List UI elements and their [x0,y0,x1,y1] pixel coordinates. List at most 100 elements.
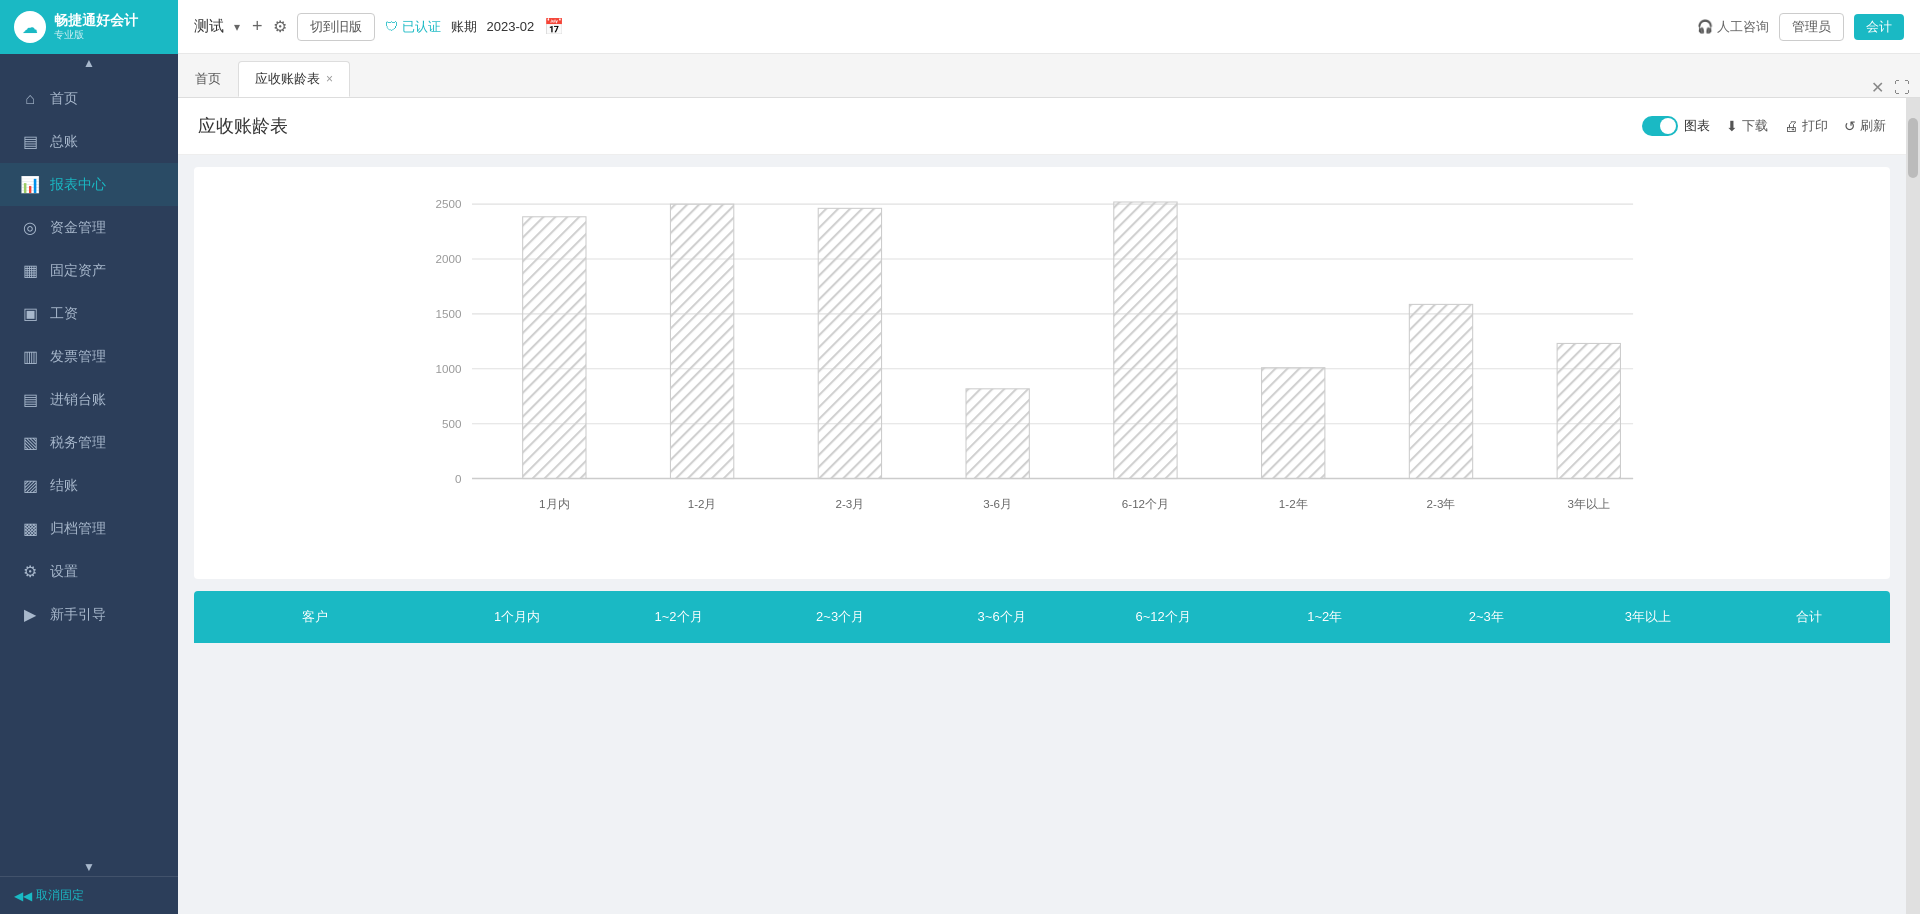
headset-icon: 🎧 [1697,19,1713,34]
refresh-icon: ↺ [1844,118,1856,134]
col-6-12month: 6~12个月 [1082,608,1244,626]
page-title: 应收账龄表 [198,114,288,138]
sidebar-item-reports[interactable]: 📊 报表中心 [0,163,178,206]
tab-aging[interactable]: 应收账龄表 × [238,61,350,97]
assets-icon: ▦ [20,261,40,280]
accountant-button[interactable]: 会计 [1854,14,1904,40]
ledger-icon: ▤ [20,132,40,151]
sidebar-item-archive[interactable]: ▩ 归档管理 [0,507,178,550]
tab-close-icon[interactable]: × [326,72,333,86]
bar-6-12个月 [1114,202,1177,479]
shield-icon: 🛡 [385,19,398,34]
bar-2-3年 [1409,304,1472,478]
svg-text:1000: 1000 [436,362,462,375]
sidebar-item-assets[interactable]: ▦ 固定资产 [0,249,178,292]
bar-2-3月 [818,208,881,478]
sidebar-item-guide[interactable]: ▶ 新手引导 [0,593,178,636]
sidebar-item-label: 资金管理 [50,219,106,237]
sidebar-item-label: 税务管理 [50,434,106,452]
switch-old-version-button[interactable]: 切到旧版 [297,13,375,41]
sidebar-item-funds[interactable]: ◎ 资金管理 [0,206,178,249]
svg-text:2-3年: 2-3年 [1427,497,1456,510]
print-icon: 🖨 [1784,118,1798,134]
tab-home[interactable]: 首页 [178,61,238,97]
home-icon: ⌂ [20,90,40,108]
bar-3年以上 [1557,343,1620,478]
sidebar-item-label: 工资 [50,305,78,323]
calendar-icon[interactable]: 📅 [544,17,564,36]
aging-chart: 0 500 1000 1500 2000 2500 [210,183,1874,563]
download-icon: ⬇ [1726,118,1738,134]
sidebar-item-closing[interactable]: ▨ 结账 [0,464,178,507]
sidebar-item-label: 归档管理 [50,520,106,538]
chart-toggle-label: 图表 [1684,117,1710,135]
chart-container: 0 500 1000 1500 2000 2500 [210,183,1874,563]
refresh-button[interactable]: ↺ 刷新 [1844,117,1886,135]
scrollbar-thumb[interactable] [1908,118,1918,178]
expand-window-icon[interactable]: ⛶ [1894,79,1910,97]
sidebar-item-tax[interactable]: ▧ 税务管理 [0,421,178,464]
scrollbar-track[interactable] [1906,98,1920,914]
svg-text:2-3月: 2-3月 [835,497,864,510]
sidebar-scroll-up[interactable]: ▲ [0,54,178,72]
col-1-2year: 1~2年 [1244,608,1406,626]
consult-button[interactable]: 🎧 人工咨询 [1697,18,1769,36]
invoices-icon: ▥ [20,347,40,366]
col-3-6month: 3~6个月 [921,608,1083,626]
inventory-icon: ▤ [20,390,40,409]
tab-actions: ✕ ⛶ [1871,78,1920,97]
download-label: 下载 [1742,117,1768,135]
sidebar-item-settings[interactable]: ⚙ 设置 [0,550,178,593]
sidebar-item-label: 首页 [50,90,78,108]
sidebar-logo: ☁ 畅捷通好会计 专业版 [0,0,178,54]
col-customer: 客户 [194,608,436,626]
col-total: 合计 [1729,608,1891,626]
settings-icon: ⚙ [20,562,40,581]
app-edition: 专业版 [54,28,138,42]
consult-label: 人工咨询 [1717,18,1769,36]
sidebar-item-ledger[interactable]: ▤ 总账 [0,120,178,163]
company-settings-icon[interactable]: ⚙ [273,17,287,36]
sidebar-item-label: 报表中心 [50,176,106,194]
certified-label: 已认证 [402,18,441,36]
print-button[interactable]: 🖨 打印 [1784,117,1828,135]
sidebar-item-payroll[interactable]: ▣ 工资 [0,292,178,335]
sidebar-logo-text-group: 畅捷通好会计 专业版 [54,12,138,43]
chart-section: 0 500 1000 1500 2000 2500 [194,167,1890,579]
app-logo-icon: ☁ [14,11,46,43]
sidebar-item-label: 新手引导 [50,606,106,624]
col-2-3year: 2~3年 [1405,608,1567,626]
add-company-button[interactable]: + [252,16,263,37]
svg-text:1-2月: 1-2月 [688,497,717,510]
archive-icon: ▩ [20,519,40,538]
closing-icon: ▨ [20,476,40,495]
sidebar-item-label: 发票管理 [50,348,106,366]
download-button[interactable]: ⬇ 下载 [1726,117,1768,135]
reports-icon: 📊 [20,175,40,194]
pin-icon: ◀◀ [14,889,32,903]
tax-icon: ▧ [20,433,40,452]
tab-home-label: 首页 [195,70,221,88]
chart-toggle[interactable] [1642,116,1678,136]
sidebar-item-home[interactable]: ⌂ 首页 [0,78,178,120]
sidebar-nav: ⌂ 首页 ▤ 总账 📊 报表中心 ◎ 资金管理 ▦ 固定资产 ▣ 工资 ▥ 发票… [0,72,178,858]
tab-aging-label: 应收账龄表 [255,70,320,88]
bar-1月内 [523,217,586,479]
sidebar-item-inventory[interactable]: ▤ 进销台账 [0,378,178,421]
sidebar-item-label: 结账 [50,477,78,495]
page-header: 应收账龄表 图表 ⬇ 下载 🖨 打印 [178,98,1906,155]
guide-icon: ▶ [20,605,40,624]
funds-icon: ◎ [20,218,40,237]
sidebar-item-invoices[interactable]: ▥ 发票管理 [0,335,178,378]
manager-button[interactable]: 管理员 [1779,13,1844,41]
print-label: 打印 [1802,117,1828,135]
svg-text:1500: 1500 [436,307,462,320]
svg-text:3年以上: 3年以上 [1568,497,1610,510]
chart-toggle-group: 图表 [1642,116,1710,136]
sidebar-scroll-down[interactable]: ▼ [0,858,178,876]
sidebar-item-label: 设置 [50,563,78,581]
cancel-fixed-button[interactable]: ◀◀ 取消固定 [0,876,178,914]
col-3yearplus: 3年以上 [1567,608,1729,626]
company-dropdown-icon[interactable]: ▾ [234,20,240,34]
close-window-icon[interactable]: ✕ [1871,78,1884,97]
